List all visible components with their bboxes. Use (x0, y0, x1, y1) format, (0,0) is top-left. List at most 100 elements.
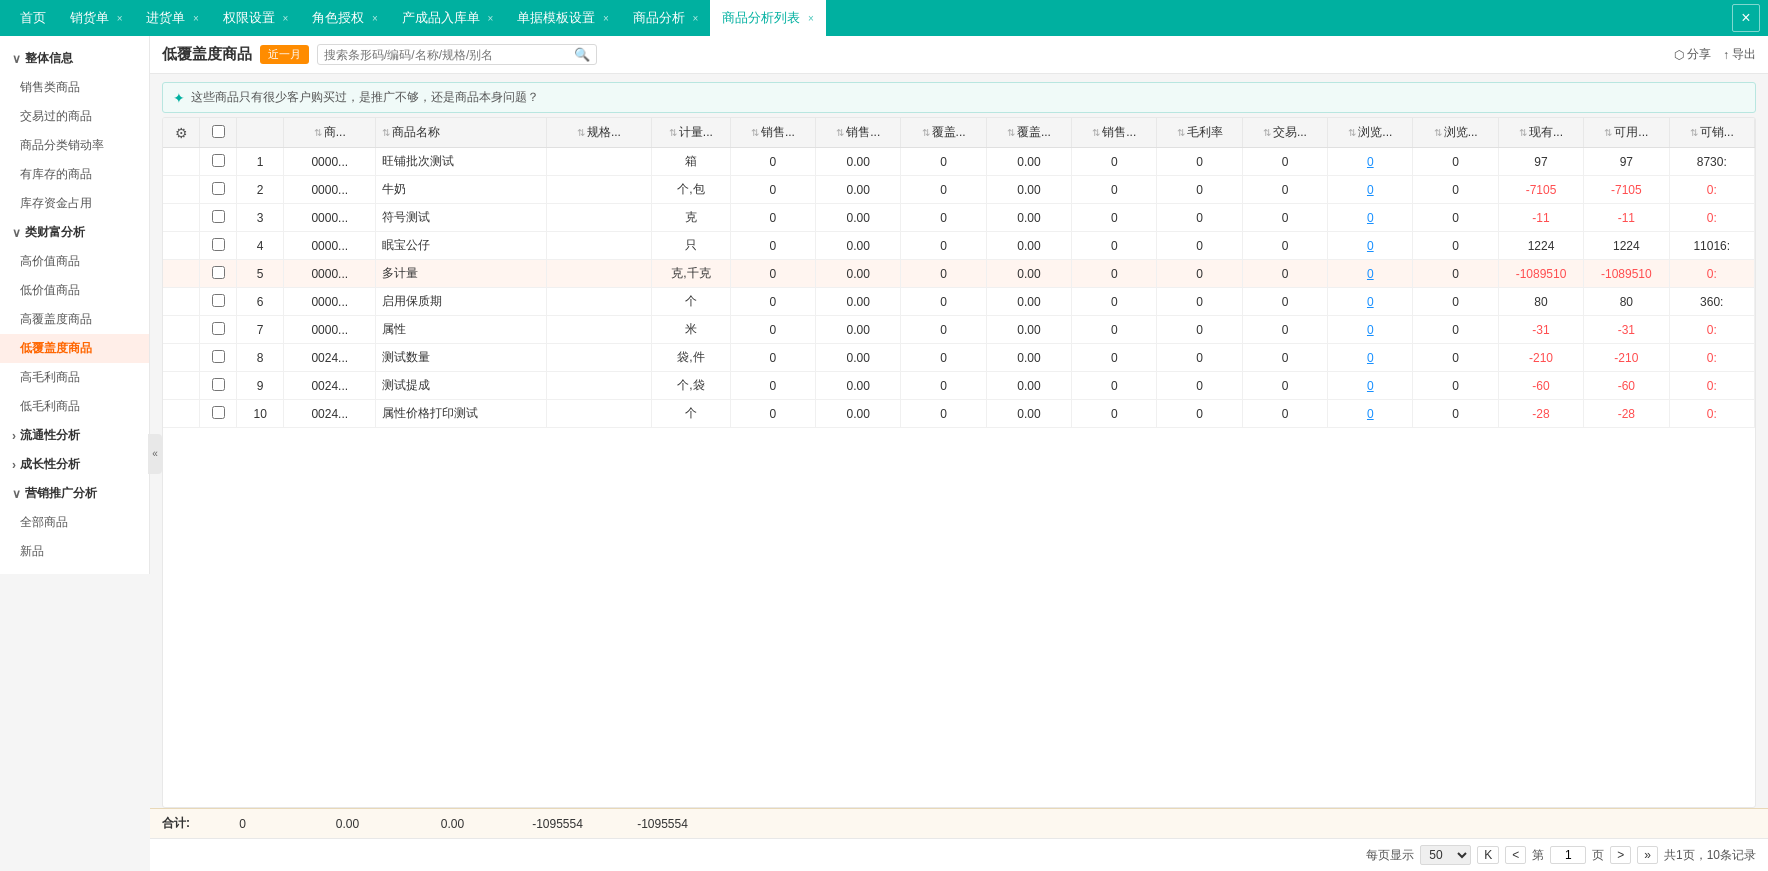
cell-browse1[interactable]: 0 (1328, 372, 1413, 400)
cell-available: -28 (1584, 400, 1669, 428)
cell-check[interactable] (200, 372, 237, 400)
select-all-checkbox[interactable] (212, 125, 225, 138)
cell-cover1: 0 (901, 400, 986, 428)
page-input[interactable] (1550, 846, 1586, 864)
sidebar-item-low-gross[interactable]: 低毛利商品 (0, 392, 149, 421)
row-checkbox[interactable] (212, 350, 225, 363)
share-button[interactable]: ⬡ 分享 (1674, 46, 1711, 63)
th-cover2[interactable]: 覆盖... (986, 118, 1071, 148)
settings-icon[interactable]: ⚙ (175, 125, 188, 141)
row-checkbox[interactable] (212, 406, 225, 419)
nav-permission-close[interactable]: × (283, 13, 289, 24)
sidebar-section-wealth[interactable]: ∨ 类财富分析 (0, 218, 149, 247)
sidebar-item-traded-goods[interactable]: 交易过的商品 (0, 102, 149, 131)
cell-unit: 袋,件 (651, 344, 730, 372)
cell-browse1[interactable]: 0 (1328, 344, 1413, 372)
th-sellable[interactable]: 可销... (1669, 118, 1754, 148)
row-checkbox[interactable] (212, 238, 225, 251)
th-sales2[interactable]: 销售... (1072, 118, 1157, 148)
th-trans[interactable]: 交易... (1242, 118, 1327, 148)
nav-product-close[interactable]: × (488, 13, 494, 24)
sidebar-collapse-button[interactable]: « (148, 434, 162, 474)
nav-permission[interactable]: 权限设置 × (211, 0, 300, 36)
cell-browse1[interactable]: 0 (1328, 204, 1413, 232)
nav-purchase[interactable]: 进货单 × (134, 0, 210, 36)
nav-product[interactable]: 产成品入库单 × (390, 0, 505, 36)
th-browse2[interactable]: 浏览... (1413, 118, 1498, 148)
cell-check[interactable] (200, 232, 237, 260)
sidebar-section-flow[interactable]: › 流通性分析 (0, 421, 149, 450)
nav-template[interactable]: 单据模板设置 × (505, 0, 620, 36)
nav-home[interactable]: 首页 (8, 0, 58, 36)
row-checkbox[interactable] (212, 322, 225, 335)
last-page-button[interactable]: » (1637, 846, 1658, 864)
close-all-button[interactable]: × (1732, 4, 1760, 32)
sidebar-item-low-value[interactable]: 低价值商品 (0, 276, 149, 305)
sidebar-item-low-coverage[interactable]: 低覆盖度商品 (0, 334, 149, 363)
th-sales-qty[interactable]: 销售... (730, 118, 815, 148)
th-name[interactable]: 商品名称 (376, 118, 547, 148)
row-checkbox[interactable] (212, 210, 225, 223)
th-code[interactable]: 商... (284, 118, 376, 148)
page-size-select[interactable]: 50 20 100 (1420, 845, 1471, 865)
sidebar-item-high-value[interactable]: 高价值商品 (0, 247, 149, 276)
next-page-button[interactable]: > (1610, 846, 1631, 864)
sidebar-item-sales-goods[interactable]: 销售类商品 (0, 73, 149, 102)
sidebar-item-new-goods[interactable]: 新品 (0, 537, 149, 566)
cell-check[interactable] (200, 176, 237, 204)
cell-check[interactable] (200, 204, 237, 232)
period-button[interactable]: 近一月 (260, 45, 309, 64)
cell-check[interactable] (200, 316, 237, 344)
cell-browse1[interactable]: 0 (1328, 232, 1413, 260)
search-icon[interactable]: 🔍 (574, 47, 590, 62)
nav-role[interactable]: 角色授权 × (300, 0, 389, 36)
sidebar-item-all-goods[interactable]: 全部商品 (0, 508, 149, 537)
nav-analysis-close[interactable]: × (692, 13, 698, 24)
nav-template-close[interactable]: × (603, 13, 609, 24)
sidebar-item-category-rate[interactable]: 商品分类销动率 (0, 131, 149, 160)
th-settings[interactable]: ⚙ (163, 118, 200, 148)
th-sales-amt[interactable]: 销售... (816, 118, 901, 148)
cell-browse1[interactable]: 0 (1328, 316, 1413, 344)
export-button[interactable]: ↑ 导出 (1723, 46, 1756, 63)
search-input[interactable] (324, 48, 574, 62)
sidebar-item-in-stock[interactable]: 有库存的商品 (0, 160, 149, 189)
th-available[interactable]: 可用... (1584, 118, 1669, 148)
sidebar-item-high-gross[interactable]: 高毛利商品 (0, 363, 149, 392)
row-checkbox[interactable] (212, 294, 225, 307)
sidebar-item-high-coverage[interactable]: 高覆盖度商品 (0, 305, 149, 334)
row-checkbox[interactable] (212, 378, 225, 391)
row-checkbox[interactable] (212, 266, 225, 279)
th-browse1[interactable]: 浏览... (1328, 118, 1413, 148)
nav-analysis[interactable]: 商品分析 × (621, 0, 710, 36)
cell-browse1[interactable]: 0 (1328, 260, 1413, 288)
cell-check[interactable] (200, 260, 237, 288)
sidebar-item-capital[interactable]: 库存资金占用 (0, 189, 149, 218)
th-gross[interactable]: 毛利率 (1157, 118, 1242, 148)
cell-check[interactable] (200, 344, 237, 372)
cell-check[interactable] (200, 148, 237, 176)
cell-check[interactable] (200, 288, 237, 316)
nav-sales-close[interactable]: × (117, 13, 123, 24)
th-current[interactable]: 现有... (1498, 118, 1583, 148)
sidebar-section-marketing[interactable]: ∨ 营销推广分析 (0, 479, 149, 508)
th-spec[interactable]: 规格... (546, 118, 651, 148)
nav-analysis-list-close[interactable]: × (808, 13, 814, 24)
nav-analysis-list[interactable]: 商品分析列表 × (710, 0, 825, 36)
sidebar-section-growth[interactable]: › 成长性分析 (0, 450, 149, 479)
nav-sales[interactable]: 销货单 × (58, 0, 134, 36)
cell-browse1[interactable]: 0 (1328, 176, 1413, 204)
th-cover1[interactable]: 覆盖... (901, 118, 986, 148)
cell-browse1[interactable]: 0 (1328, 400, 1413, 428)
cell-browse1[interactable]: 0 (1328, 288, 1413, 316)
sidebar-section-overview[interactable]: ∨ 整体信息 (0, 44, 149, 73)
nav-role-close[interactable]: × (372, 13, 378, 24)
prev-page-button[interactable]: < (1505, 846, 1526, 864)
cell-browse1[interactable]: 0 (1328, 148, 1413, 176)
th-unit[interactable]: 计量... (651, 118, 730, 148)
first-page-button[interactable]: K (1477, 846, 1499, 864)
row-checkbox[interactable] (212, 182, 225, 195)
cell-check[interactable] (200, 400, 237, 428)
row-checkbox[interactable] (212, 154, 225, 167)
nav-purchase-close[interactable]: × (193, 13, 199, 24)
